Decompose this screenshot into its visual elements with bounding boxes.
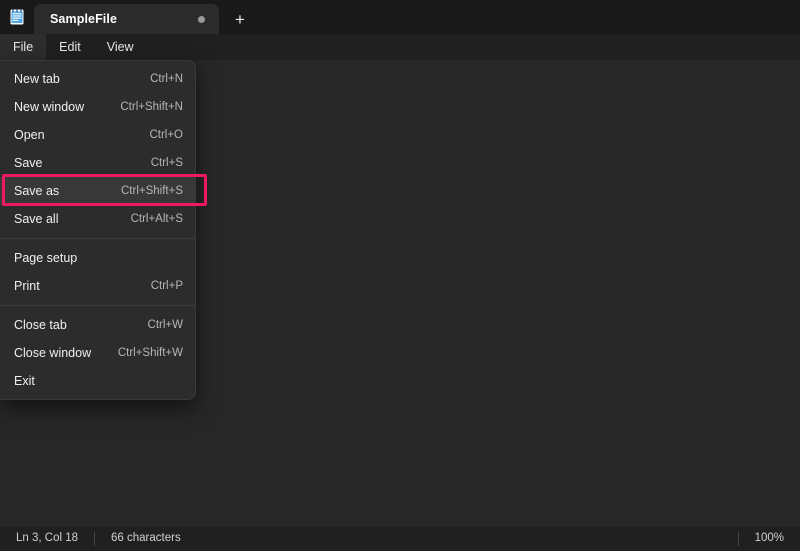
titlebar: SampleFile + bbox=[0, 0, 800, 34]
statusbar-left-group: Ln 3, Col 18 66 characters bbox=[0, 526, 738, 551]
menu-item-shortcut: Ctrl+N bbox=[132, 73, 183, 85]
menu-item-label: Save all bbox=[14, 212, 58, 226]
menu-item-new-window[interactable]: New window Ctrl+Shift+N bbox=[0, 93, 195, 121]
menu-item-print[interactable]: Print Ctrl+P bbox=[0, 272, 195, 300]
file-dropdown-menu: New tab Ctrl+N New window Ctrl+Shift+N O… bbox=[0, 60, 196, 400]
notepad-document-icon bbox=[0, 0, 34, 34]
menu-item-shortcut: Ctrl+S bbox=[133, 157, 183, 169]
menubar-item-edit[interactable]: Edit bbox=[46, 34, 94, 60]
statusbar: Ln 3, Col 18 66 characters 100% bbox=[0, 525, 800, 551]
menu-item-label: New tab bbox=[14, 72, 60, 86]
menubar: File Edit View bbox=[0, 34, 800, 60]
menu-item-label: Save bbox=[14, 156, 43, 170]
menu-item-save-as[interactable]: Save as Ctrl+Shift+S bbox=[0, 177, 195, 205]
tab-modified-indicator-icon[interactable] bbox=[198, 16, 205, 23]
menu-item-shortcut: Ctrl+O bbox=[131, 129, 183, 141]
menu-item-shortcut: Ctrl+W bbox=[130, 319, 183, 331]
tab-samplefile[interactable]: SampleFile bbox=[34, 4, 219, 34]
menu-item-open[interactable]: Open Ctrl+O bbox=[0, 121, 195, 149]
menu-item-label: Open bbox=[14, 128, 45, 142]
menu-item-save-all[interactable]: Save all Ctrl+Alt+S bbox=[0, 205, 195, 233]
menu-separator bbox=[0, 238, 195, 239]
menu-separator bbox=[0, 305, 195, 306]
menu-item-label: Close window bbox=[14, 346, 91, 360]
zoom-level-status[interactable]: 100% bbox=[739, 526, 800, 551]
app-window: SampleFile + File Edit View / Ln 3, Col … bbox=[0, 0, 800, 551]
tab-title: SampleFile bbox=[50, 12, 186, 26]
menu-item-label: Save as bbox=[14, 184, 59, 198]
menu-item-exit[interactable]: Exit bbox=[0, 367, 195, 395]
menubar-item-view[interactable]: View bbox=[94, 34, 147, 60]
menu-item-shortcut: Ctrl+Alt+S bbox=[113, 213, 183, 225]
cursor-position-status[interactable]: Ln 3, Col 18 bbox=[0, 526, 94, 551]
menu-item-shortcut: Ctrl+Shift+S bbox=[103, 185, 183, 197]
menubar-item-file[interactable]: File bbox=[0, 34, 46, 60]
menu-item-save[interactable]: Save Ctrl+S bbox=[0, 149, 195, 177]
statusbar-right-group: 100% bbox=[738, 526, 800, 551]
menu-item-shortcut: Ctrl+Shift+W bbox=[100, 347, 183, 359]
menu-item-shortcut: Ctrl+Shift+N bbox=[102, 101, 183, 113]
menu-item-new-tab[interactable]: New tab Ctrl+N bbox=[0, 65, 195, 93]
menu-item-label: Page setup bbox=[14, 251, 77, 265]
character-count-status[interactable]: 66 characters bbox=[95, 526, 197, 551]
new-tab-button[interactable]: + bbox=[223, 4, 257, 34]
menu-item-close-window[interactable]: Close window Ctrl+Shift+W bbox=[0, 339, 195, 367]
menu-item-label: Print bbox=[14, 279, 40, 293]
menu-item-label: Exit bbox=[14, 374, 35, 388]
menu-item-page-setup[interactable]: Page setup bbox=[0, 244, 195, 272]
menu-item-shortcut: Ctrl+P bbox=[133, 280, 183, 292]
menu-item-label: New window bbox=[14, 100, 84, 114]
menu-item-label: Close tab bbox=[14, 318, 67, 332]
menu-item-close-tab[interactable]: Close tab Ctrl+W bbox=[0, 311, 195, 339]
